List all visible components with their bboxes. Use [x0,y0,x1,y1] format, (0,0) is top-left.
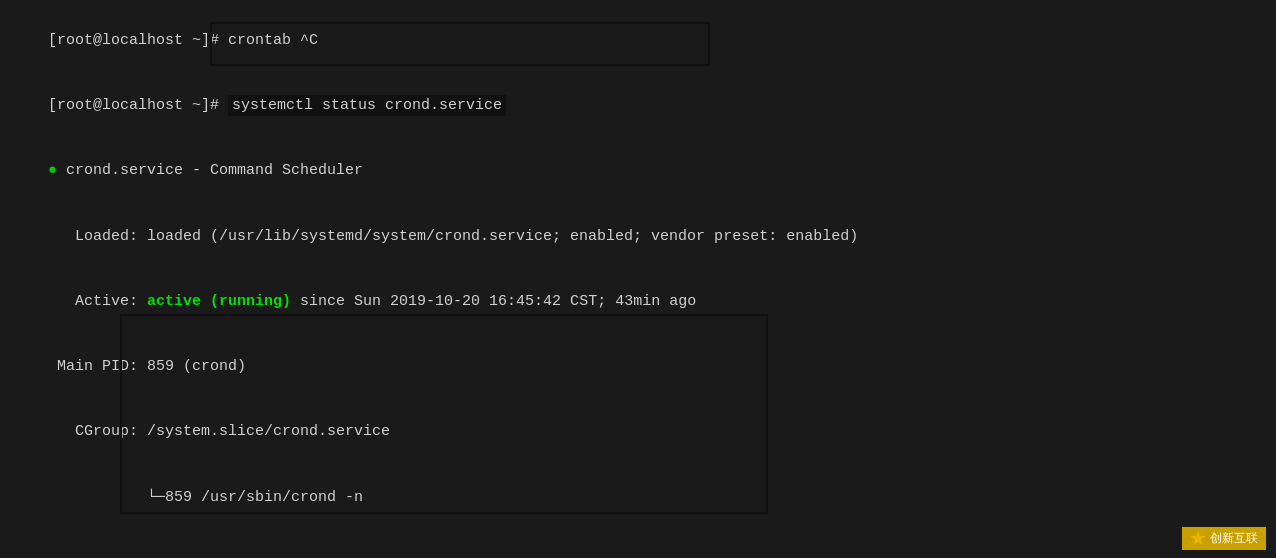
terminal-window: [root@localhost ~]# crontab ^C [root@loc… [0,0,1276,558]
terminal-line-9: Oct 20 16:45:42 localhost.localdomain sy… [12,552,1264,558]
watermark: 创新互联 [1182,527,1266,550]
active-since: since Sun 2019-10-20 16:45:42 CST; 43min… [291,293,696,310]
terminal-line-2: [root@localhost ~]# systemctl status cro… [12,73,1264,138]
terminal-line-5: Active: active (running) since Sun 2019-… [12,269,1264,334]
loaded-label: Loaded: loaded (/usr/lib/systemd/system/… [48,228,858,245]
prompt-1: [root@localhost ~]# crontab ^C [48,32,318,49]
cgroup-process: └─859 /usr/sbin/crond -n [48,489,363,506]
terminal-line-4: Loaded: loaded (/usr/lib/systemd/system/… [12,204,1264,269]
watermark-text: 创新互联 [1210,530,1258,547]
terminal-line-3: ● crond.service - Command Scheduler [12,139,1264,204]
terminal-line-blank1 [12,530,1264,552]
service-name: crond.service - Command Scheduler [66,162,363,179]
command-highlight: systemctl status crond.service [228,95,506,116]
service-dot: ● [48,162,66,179]
terminal-line-6: Main PID: 859 (crond) [12,334,1264,399]
prompt-2: [root@localhost ~]# [48,97,228,114]
terminal-line-8: └─859 /usr/sbin/crond -n [12,465,1264,530]
watermark-icon [1190,531,1206,547]
cgroup-label: CGroup: /system.slice/crond.service [48,423,390,440]
main-pid: Main PID: 859 (crond) [48,358,246,375]
terminal-line-1: [root@localhost ~]# crontab ^C [12,8,1264,73]
active-status: active (running) [147,293,291,310]
terminal-line-7: CGroup: /system.slice/crond.service [12,400,1264,465]
active-label: Active: [48,293,147,310]
